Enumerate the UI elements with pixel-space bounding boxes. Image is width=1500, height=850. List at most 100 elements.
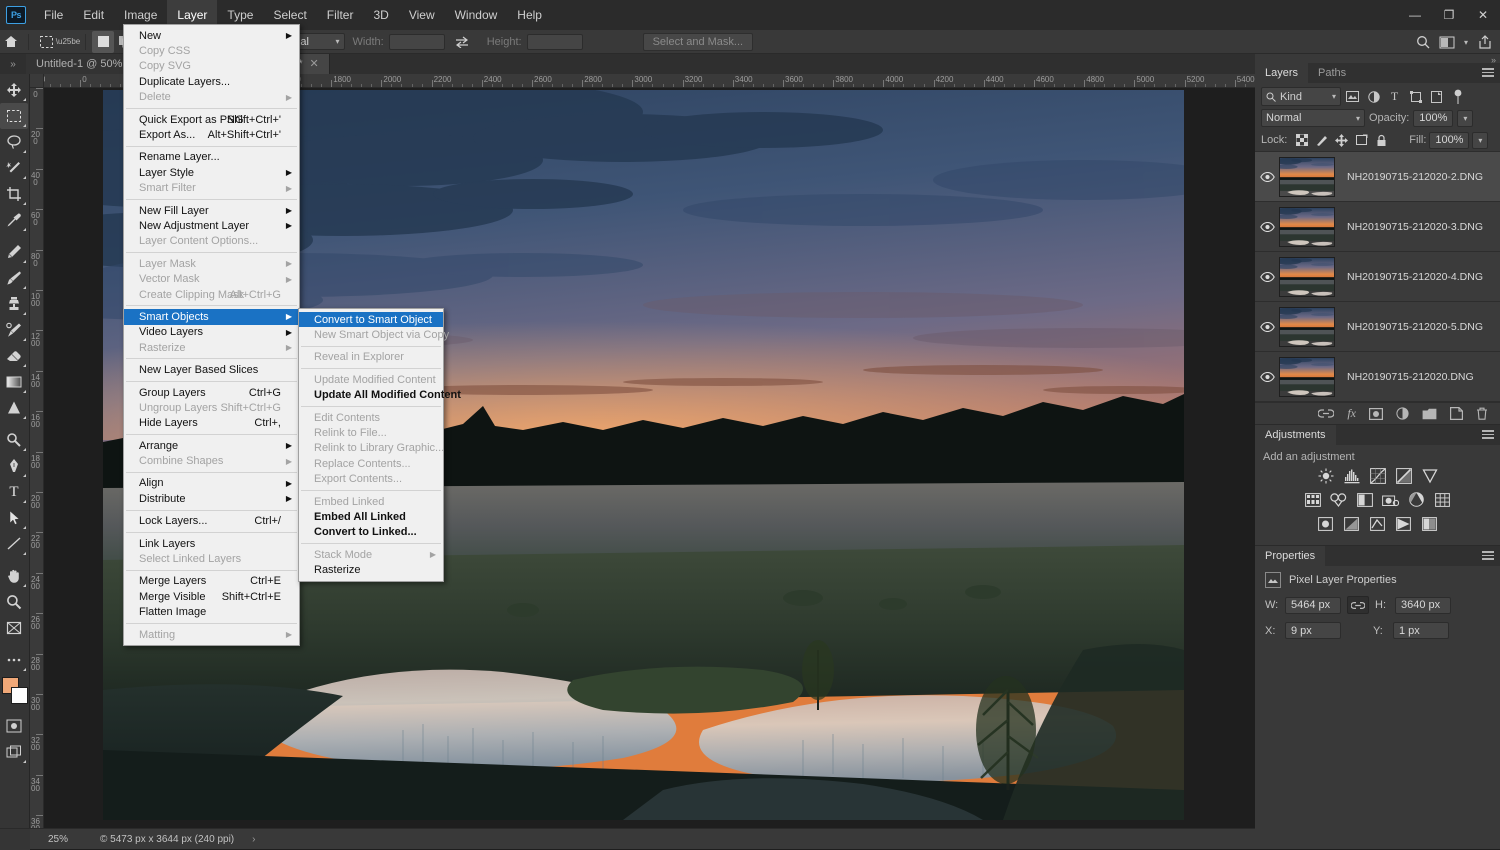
menu-item-layer-mask[interactable]: Layer Mask▶: [124, 256, 299, 271]
menu-item-edit-contents[interactable]: Edit Contents: [299, 410, 443, 425]
menu-item-new-smart-object-via-copy[interactable]: New Smart Object via Copy: [299, 327, 443, 342]
selective-color-icon[interactable]: [1421, 515, 1438, 532]
layer-list[interactable]: NH20190715-212020-2.DNG NH20190715-212020…: [1255, 151, 1500, 402]
layer-width-input[interactable]: 5464 px: [1285, 597, 1341, 614]
layer-height-input[interactable]: 3640 px: [1395, 597, 1451, 614]
adjustment-filter-icon[interactable]: [1364, 87, 1383, 106]
lock-all-icon[interactable]: [1373, 132, 1390, 149]
menu-item-layer-style[interactable]: Layer Style▶: [124, 165, 299, 180]
menu-item-replace-contents[interactable]: Replace Contents...: [299, 456, 443, 471]
history-brush-tool-icon[interactable]: [0, 317, 28, 343]
menu-edit[interactable]: Edit: [73, 0, 114, 30]
menu-item-convert-to-smart-object[interactable]: Convert to Smart Object: [299, 312, 443, 327]
menu-window[interactable]: Window: [445, 0, 508, 30]
add-layer-mask-icon[interactable]: [1369, 408, 1383, 420]
menu-item-relink-to-library-graphic[interactable]: Relink to Library Graphic...: [299, 441, 443, 456]
opacity-stepper[interactable]: ▾: [1457, 110, 1473, 127]
layer-x-input[interactable]: 9 px: [1285, 622, 1341, 639]
layer-visibility-eye-icon[interactable]: [1255, 302, 1279, 352]
select-and-mask-button[interactable]: Select and Mask...: [643, 33, 754, 51]
menu-item-select-linked-layers[interactable]: Select Linked Layers: [124, 551, 299, 566]
menu-item-relink-to-file[interactable]: Relink to File...: [299, 425, 443, 440]
horizontal-type-tool-icon[interactable]: T: [0, 479, 28, 505]
lock-transparent-pixels-icon[interactable]: [1293, 132, 1310, 149]
close-tab-icon[interactable]: ✕: [310, 54, 319, 74]
lock-position-icon[interactable]: [1333, 132, 1350, 149]
link-layers-icon[interactable]: [1318, 408, 1334, 419]
dock-grip[interactable]: »: [1255, 54, 1500, 63]
blur-tool-icon[interactable]: [0, 395, 28, 421]
invert-icon[interactable]: [1317, 515, 1334, 532]
layer-menu-dropdown[interactable]: New▶Copy CSSCopy SVGDuplicate Layers...D…: [123, 24, 300, 646]
pixel-filter-icon[interactable]: [1343, 87, 1362, 106]
menu-item-vector-mask[interactable]: Vector Mask▶: [124, 271, 299, 286]
layers-panel-menu-icon[interactable]: [1482, 68, 1494, 78]
menu-item-ungroup-layers[interactable]: Ungroup LayersShift+Ctrl+G: [124, 400, 299, 415]
menu-item-embed-linked[interactable]: Embed Linked: [299, 494, 443, 509]
menu-file[interactable]: File: [34, 0, 73, 30]
workspace-icon[interactable]: [1436, 31, 1458, 53]
marquee-tool-preset-icon[interactable]: [35, 31, 57, 53]
menu-item-delete[interactable]: Delete▶: [124, 90, 299, 105]
tab-properties[interactable]: Properties: [1255, 546, 1325, 566]
tab-collapse-icon[interactable]: »: [0, 54, 26, 74]
layer-thumbnail[interactable]: [1279, 307, 1335, 347]
menu-item-arrange[interactable]: Arrange▶: [124, 438, 299, 453]
layer-visibility-eye-icon[interactable]: [1255, 252, 1279, 302]
layer-filter-kind-select[interactable]: Kind ▾: [1261, 87, 1341, 106]
menu-item-embed-all-linked[interactable]: Embed All Linked: [299, 509, 443, 524]
posterize-icon[interactable]: [1343, 515, 1360, 532]
path-selection-tool-icon[interactable]: [0, 505, 28, 531]
link-dimensions-icon[interactable]: [1347, 596, 1369, 614]
menu-item-rasterize[interactable]: Rasterize: [299, 562, 443, 577]
screen-mode-icon[interactable]: [0, 739, 28, 765]
menu-item-quick-export-as-png[interactable]: Quick Export as PNGShift+Ctrl+': [124, 112, 299, 127]
photo-filter-icon[interactable]: [1382, 491, 1399, 508]
clone-stamp-tool-icon[interactable]: [0, 291, 28, 317]
vibrance-icon[interactable]: [1421, 467, 1438, 484]
menu-item-group-layers[interactable]: Group LayersCtrl+G: [124, 385, 299, 400]
filter-toggle-icon[interactable]: [1448, 87, 1467, 106]
menu-item-convert-to-linked[interactable]: Convert to Linked...: [299, 525, 443, 540]
curves-icon[interactable]: [1369, 467, 1386, 484]
menu-item-update-all-modified-content[interactable]: Update All Modified Content: [299, 388, 443, 403]
menu-item-update-modified-content[interactable]: Update Modified Content: [299, 372, 443, 387]
menu-item-new-adjustment-layer[interactable]: New Adjustment Layer▶: [124, 218, 299, 233]
frame-tool-icon[interactable]: [0, 615, 28, 641]
blend-mode-select[interactable]: Normal▾: [1261, 109, 1365, 127]
menu-item-align[interactable]: Align▶: [124, 476, 299, 491]
menu-item-reveal-in-explorer[interactable]: Reveal in Explorer: [299, 350, 443, 365]
add-layer-style-icon[interactable]: fx: [1347, 406, 1356, 421]
gradient-map-icon[interactable]: [1395, 515, 1412, 532]
menu-item-video-layers[interactable]: Video Layers▶: [124, 325, 299, 340]
channel-mixer-icon[interactable]: [1408, 491, 1425, 508]
eraser-tool-icon[interactable]: [0, 343, 28, 369]
zoom-tool-icon[interactable]: [0, 589, 28, 615]
color-swatches[interactable]: [1, 677, 29, 707]
brightness-contrast-icon[interactable]: [1317, 467, 1334, 484]
menu-item-lock-layers[interactable]: Lock Layers...Ctrl+/: [124, 514, 299, 529]
menu-item-rasterize[interactable]: Rasterize▶: [124, 340, 299, 355]
home-button[interactable]: [0, 31, 22, 53]
menu-view[interactable]: View: [399, 0, 445, 30]
lock-image-pixels-icon[interactable]: [1313, 132, 1330, 149]
delete-layer-icon[interactable]: [1476, 407, 1488, 420]
new-selection-icon[interactable]: [92, 31, 114, 53]
width-input[interactable]: [389, 34, 445, 50]
vertical-ruler[interactable]: 0200400600800100012001400160018002000220…: [30, 88, 44, 828]
crop-tool-icon[interactable]: [0, 181, 28, 207]
layer-thumbnail[interactable]: [1279, 207, 1335, 247]
threshold-icon[interactable]: [1369, 515, 1386, 532]
layer-row[interactable]: NH20190715-212020.DNG: [1255, 352, 1500, 402]
layer-row[interactable]: NH20190715-212020-2.DNG: [1255, 152, 1500, 202]
menu-item-hide-layers[interactable]: Hide LayersCtrl+,: [124, 416, 299, 431]
quick-mask-icon[interactable]: [0, 713, 28, 739]
minimize-button[interactable]: —: [1398, 0, 1432, 30]
smartobject-filter-icon[interactable]: [1427, 87, 1446, 106]
brush-tool-icon[interactable]: [0, 265, 28, 291]
opacity-input[interactable]: 100%: [1413, 110, 1453, 127]
layer-y-input[interactable]: 1 px: [1393, 622, 1449, 639]
black-white-icon[interactable]: [1356, 491, 1373, 508]
layer-visibility-eye-icon[interactable]: [1255, 152, 1279, 202]
type-filter-icon[interactable]: T: [1385, 87, 1404, 106]
